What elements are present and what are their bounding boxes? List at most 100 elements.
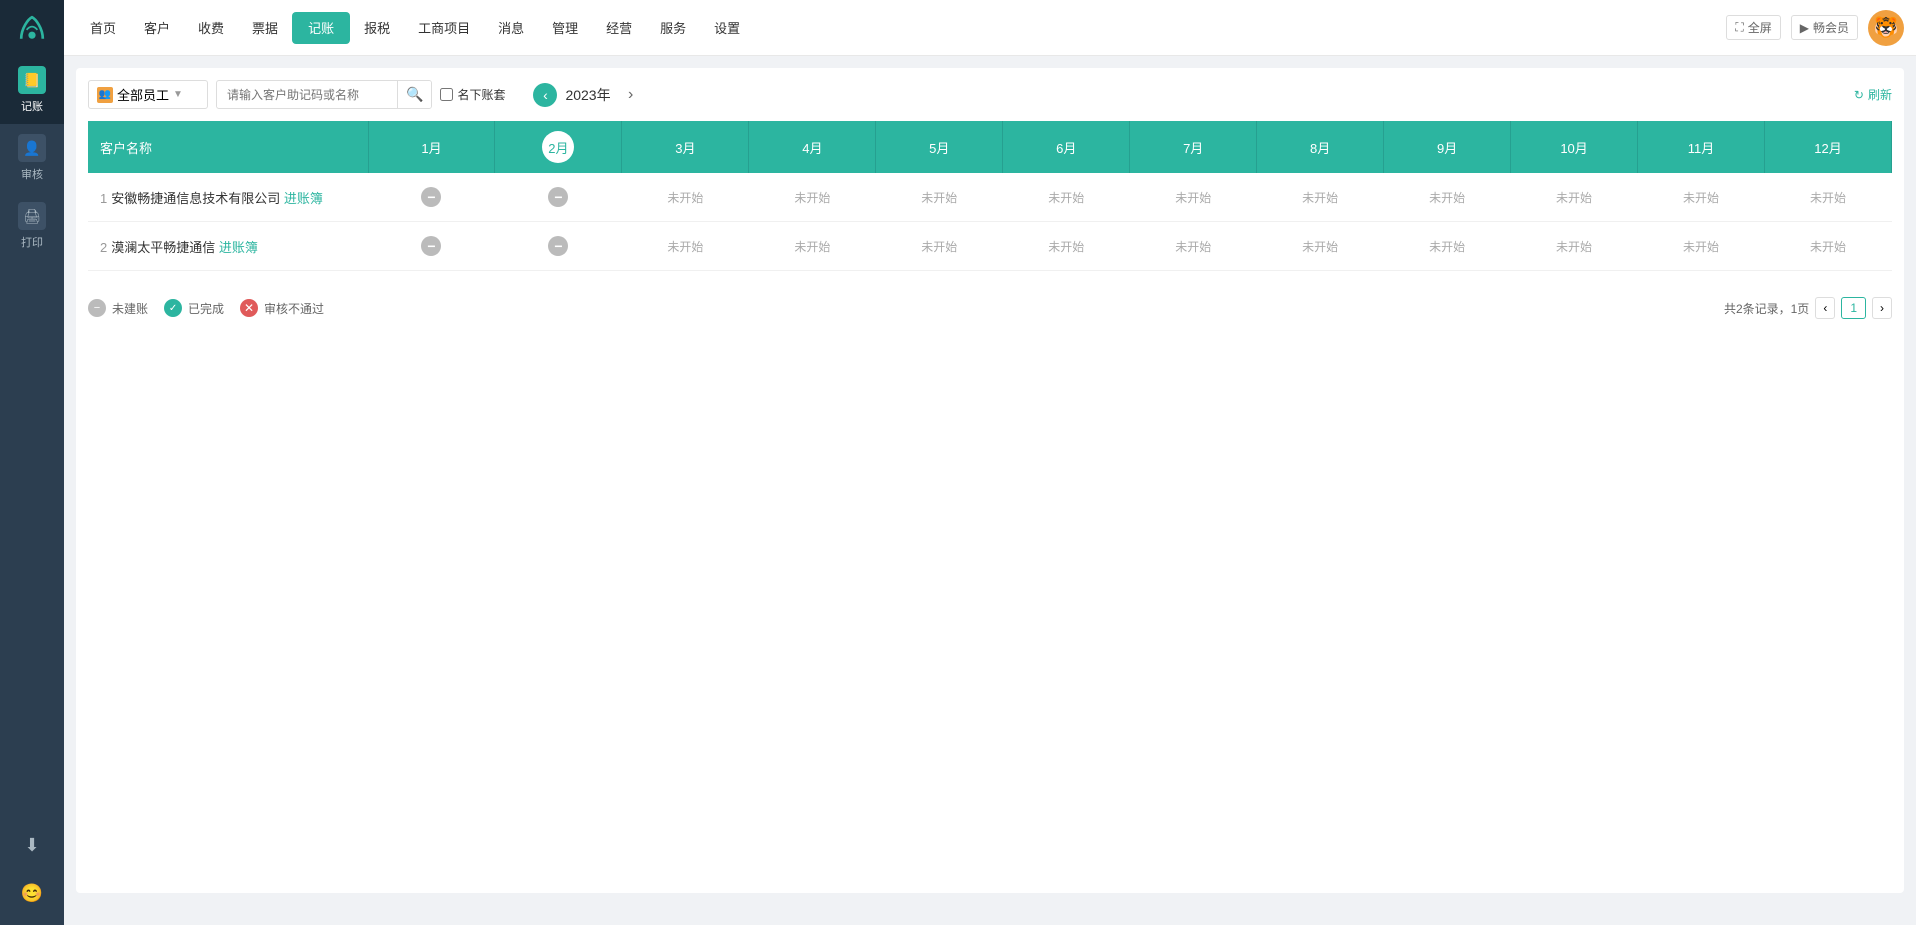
my-accounts-checkbox[interactable]: 名下账套 [440, 86, 505, 103]
table-header-row: 客户名称 1月 2月 3月 4月 [88, 121, 1892, 173]
vip-button[interactable]: ▶ 畅会员 [1791, 15, 1858, 40]
cell-nov: 未开始 [1638, 173, 1765, 222]
year-display: 2023年 [565, 85, 610, 105]
row-index: 2 [100, 240, 107, 255]
app-logo[interactable] [0, 0, 64, 56]
chevron-down-icon: ▼ [173, 89, 183, 100]
main-content: 首页 客户 收费 票据 记账 报税 工商项目 消息 管理 经营 服务 设置 ⛶ … [64, 0, 1916, 925]
status-not-started: 未开始 [1302, 240, 1338, 254]
content-panel: 👥 全部员工 ▼ 🔍 名下账套 ‹ 2023年 › [76, 68, 1904, 893]
legend-completed: ✓ 已完成 [164, 299, 224, 317]
status-not-started: 未开始 [1048, 191, 1084, 205]
employee-dropdown[interactable]: 👥 全部员工 ▼ [88, 80, 208, 109]
toolbar: 👥 全部员工 ▼ 🔍 名下账套 ‹ 2023年 › [88, 80, 1892, 109]
fullscreen-button[interactable]: ⛶ 全屏 [1726, 15, 1780, 40]
col-header-dec: 12月 [1764, 121, 1891, 173]
nav-manage[interactable]: 管理 [538, 0, 592, 56]
nav-message[interactable]: 消息 [484, 0, 538, 56]
legend-not-created: − 未建账 [88, 299, 148, 317]
cell-mar: 未开始 [622, 173, 749, 222]
status-not-started: 未开始 [1429, 191, 1465, 205]
cell-jan: − [368, 173, 495, 222]
sidebar-item-ledger[interactable]: 📒 记账 [0, 56, 64, 124]
prev-year-button[interactable]: ‹ [533, 83, 557, 107]
status-dash-icon: − [421, 187, 441, 207]
cell-feb: − [495, 173, 622, 222]
nav-billing[interactable]: 收费 [184, 0, 238, 56]
col-header-sep: 9月 [1384, 121, 1511, 173]
col-header-jul: 7月 [1130, 121, 1257, 173]
status-not-started: 未开始 [794, 240, 830, 254]
fullscreen-icon: ⛶ [1735, 20, 1743, 35]
cell-nov: 未开始 [1638, 222, 1765, 271]
my-accounts-check[interactable] [440, 88, 453, 101]
col-header-feb: 2月 [495, 121, 622, 173]
not-created-icon: − [88, 299, 106, 317]
row-name-cell: 2漠澜太平畅捷通信 进账簿 [88, 222, 368, 271]
col-header-nov: 11月 [1638, 121, 1765, 173]
nav-right-actions: ⛶ 全屏 ▶ 畅会员 🐯 [1726, 10, 1904, 46]
col-header-name: 客户名称 [88, 121, 368, 173]
status-not-started: 未开始 [1683, 240, 1719, 254]
nav-invoice[interactable]: 票据 [238, 0, 292, 56]
nav-service[interactable]: 服务 [646, 0, 700, 56]
search-container: 🔍 [216, 80, 432, 109]
status-not-started: 未开始 [1556, 240, 1592, 254]
cell-sep: 未开始 [1384, 173, 1511, 222]
col-header-jun: 6月 [1003, 121, 1130, 173]
row-index: 1 [100, 191, 107, 206]
cell-may: 未开始 [876, 173, 1003, 222]
nav-ledger[interactable]: 记账 [292, 12, 350, 44]
nav-home[interactable]: 首页 [76, 0, 130, 56]
status-not-started: 未开始 [921, 191, 957, 205]
cell-may: 未开始 [876, 222, 1003, 271]
sidebar-help[interactable]: 😊 [0, 871, 64, 915]
search-button[interactable]: 🔍 [397, 81, 431, 108]
nav-customer[interactable]: 客户 [130, 0, 184, 56]
status-not-started: 未开始 [1429, 240, 1465, 254]
table-row: 1安徽畅捷通信息技术有限公司 进账簿−−未开始未开始未开始未开始未开始未开始未开… [88, 173, 1892, 222]
year-navigation: ‹ 2023年 › [533, 83, 642, 107]
prev-page-button[interactable]: ‹ [1815, 297, 1835, 319]
sidebar-item-audit[interactable]: 👤 审核 [0, 124, 64, 192]
table-row: 2漠澜太平畅捷通信 进账簿−−未开始未开始未开始未开始未开始未开始未开始未开始未… [88, 222, 1892, 271]
sidebar-bottom: ⬇ 😊 [0, 823, 64, 925]
status-not-started: 未开始 [1810, 191, 1846, 205]
cell-dec: 未开始 [1764, 222, 1891, 271]
download-icon: ⬇ [18, 831, 46, 859]
next-page-button[interactable]: › [1872, 297, 1892, 319]
print-icon: 🖨 [18, 202, 46, 230]
col-header-oct: 10月 [1511, 121, 1638, 173]
nav-settings[interactable]: 设置 [700, 0, 754, 56]
cell-dec: 未开始 [1764, 173, 1891, 222]
pagination: 共2条记录，1页 ‹ 1 › [1724, 297, 1892, 319]
enter-ledger-link[interactable]: 进账簿 [284, 191, 323, 206]
cell-oct: 未开始 [1511, 222, 1638, 271]
nav-industry[interactable]: 工商项目 [404, 0, 484, 56]
cell-jul: 未开始 [1130, 222, 1257, 271]
sidebar-item-print[interactable]: 🖨 打印 [0, 192, 64, 260]
status-not-started: 未开始 [1048, 240, 1084, 254]
cell-mar: 未开始 [622, 222, 749, 271]
completed-icon: ✓ [164, 299, 182, 317]
cell-jul: 未开始 [1130, 173, 1257, 222]
refresh-icon: ↻ [1854, 88, 1864, 102]
col-header-mar: 3月 [622, 121, 749, 173]
user-avatar[interactable]: 🐯 [1868, 10, 1904, 46]
current-page: 1 [1841, 297, 1866, 319]
next-year-button[interactable]: › [619, 83, 643, 107]
refresh-button[interactable]: ↻ 刷新 [1854, 86, 1892, 103]
nav-tax[interactable]: 报税 [350, 0, 404, 56]
table-footer: − 未建账 ✓ 已完成 ✕ 审核不通过 共2条记录，1页 ‹ 1 › [88, 287, 1892, 319]
status-not-started: 未开始 [794, 191, 830, 205]
search-input[interactable] [217, 83, 397, 107]
sidebar-download[interactable]: ⬇ [0, 823, 64, 867]
cell-feb: − [495, 222, 622, 271]
enter-ledger-link[interactable]: 进账簿 [219, 240, 258, 255]
status-not-started: 未开始 [1175, 240, 1211, 254]
employee-icon: 👥 [97, 87, 113, 103]
status-not-started: 未开始 [921, 240, 957, 254]
cell-apr: 未开始 [749, 222, 876, 271]
status-not-started: 未开始 [1556, 191, 1592, 205]
nav-operation[interactable]: 经营 [592, 0, 646, 56]
